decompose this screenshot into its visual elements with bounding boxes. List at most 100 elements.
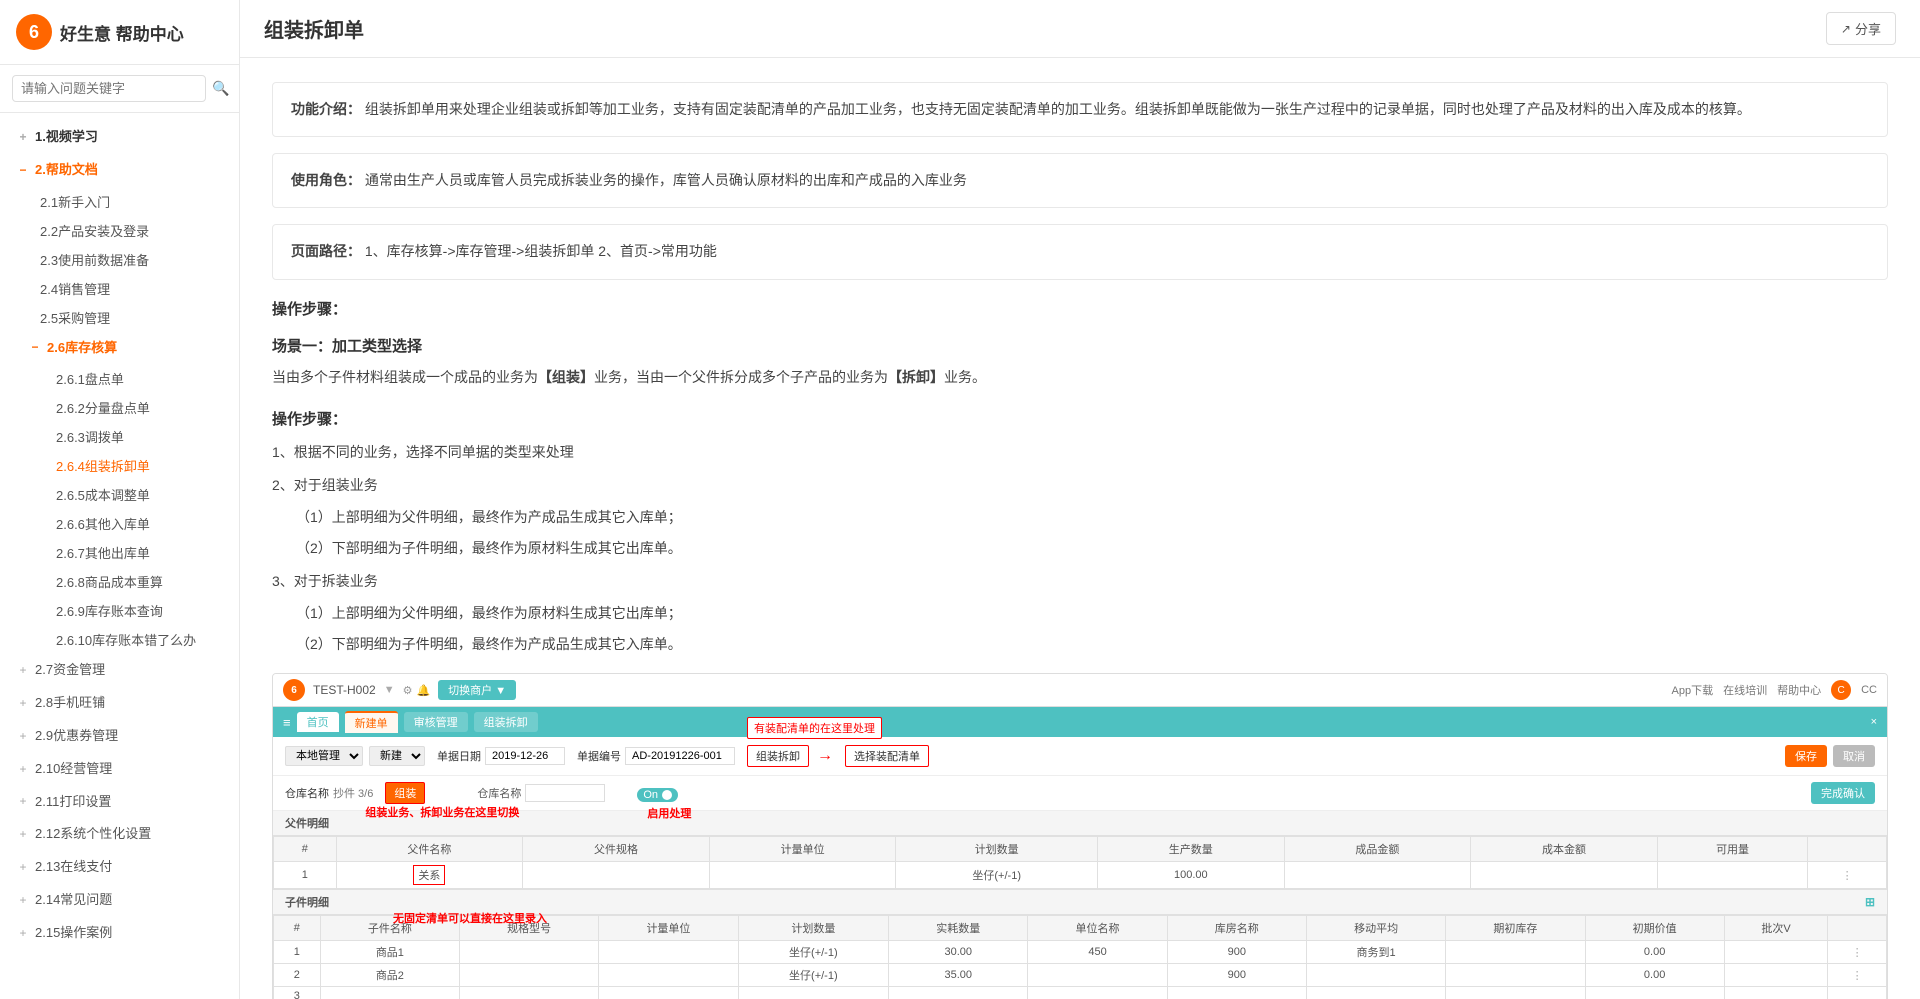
function-intro-text: 组装拆卸单用来处理企业组装或拆卸等加工业务，支持有固定装配清单的产品加工业务，也… <box>365 101 1751 117</box>
sidebar-item-mobile[interactable]: + 2.8手机旺铺 <box>0 687 239 720</box>
sidebar-item-2-6-8[interactable]: 2.6.8商品成本重算 <box>0 567 239 596</box>
logo-bar: 6 好生意 帮助中心 <box>0 0 239 65</box>
sub-col-batch: 批次V <box>1724 916 1827 941</box>
row-action-icon[interactable]: ⋮ <box>1852 947 1863 959</box>
sub-col-index: # <box>274 916 321 941</box>
search-input[interactable] <box>12 75 206 102</box>
step3: 3、对于拆装业务 <box>272 568 1888 595</box>
child-table: # 子件名称 规格型号 计量单位 计划数量 实耗数量 单位名称 库房名称 移动平… <box>273 915 1887 999</box>
warehouse-field: 仓库名称 抄件 3/6 <box>285 785 373 801</box>
share-button[interactable]: ↗ 分享 <box>1826 12 1896 45</box>
enable-toggle[interactable]: On <box>637 788 678 802</box>
sidebar-item-customize[interactable]: + 2.12系统个性化设置 <box>0 818 239 851</box>
logo-icon: 6 <box>16 14 52 50</box>
screenshot-mock: 6 TEST-H002 ▼ ⚙ 🔔 切换商户 ▼ App下载 在线培训 帮助中心 <box>273 674 1887 999</box>
path-block: 页面路径： 1、库存核算->库存管理->组装拆卸单 2、首页->常用功能 <box>272 224 1888 279</box>
sidebar-item-cases[interactable]: + 2.15操作案例 <box>0 917 239 950</box>
sidebar-item-install[interactable]: 2.2产品安装及登录 <box>0 216 239 245</box>
row-action-icon[interactable]: ⋮ <box>1852 970 1863 982</box>
sys-close-icon: × <box>1871 716 1877 728</box>
col-prod-qty: 生产数量 <box>1098 837 1285 862</box>
parent-table-container: # 父件名称 父件规格 计量单位 计划数量 生产数量 成品金额 成本金额 可用量 <box>273 836 1887 889</box>
col-parent-name: 父件名称 <box>336 837 523 862</box>
sidebar-item-payment[interactable]: + 2.13在线支付 <box>0 851 239 884</box>
date-input[interactable] <box>485 747 565 765</box>
function-intro-label: 功能介绍： <box>291 101 361 117</box>
sidebar-item-2-6-5[interactable]: 2.6.5成本调整单 <box>0 480 239 509</box>
sidebar-item-sales[interactable]: 2.4销售管理 <box>0 274 239 303</box>
col-product-amount: 成品金额 <box>1284 837 1471 862</box>
arrow1: → <box>817 747 833 765</box>
table-row: 1 商品1 坐仔(+/-1) 30.00 450 900 商务到1 0.0 <box>274 941 1887 964</box>
select-assembly-btn[interactable]: 选择装配清单 <box>845 745 929 767</box>
sub-type-select[interactable]: 新建 <box>369 746 425 766</box>
sidebar-item-2-6-2[interactable]: 2.6.2分量盘点单 <box>0 393 239 422</box>
sidebar-item-beginner[interactable]: 2.1新手入门 <box>0 187 239 216</box>
main-content: 组装拆卸单 ↗ 分享 功能介绍： 组装拆卸单用来处理企业组装或拆卸等加工业务，支… <box>240 0 1920 999</box>
billno-input[interactable] <box>625 747 735 765</box>
sys-right-nav: App下载 在线培训 帮助中心 C CC <box>1672 680 1877 700</box>
col-parent-spec: 父件规格 <box>523 837 710 862</box>
step3-1: （1）上部明细为父件明细，最终作为原材料生成其它出库单； <box>296 600 1888 627</box>
sidebar-item-help-doc[interactable]: − 2.帮助文档 <box>0 154 239 187</box>
path-label: 页面路径： <box>291 243 361 259</box>
scene1-title: 场景一：加工类型选择 <box>272 335 1888 356</box>
expand-icon: + <box>16 128 30 147</box>
assembly-list-btn[interactable]: 组装拆卸 <box>747 745 809 767</box>
warehouse-input[interactable] <box>525 784 605 802</box>
ops-title: 操作步骤： <box>272 298 1888 319</box>
sidebar-item-operation[interactable]: + 2.10经营管理 <box>0 753 239 786</box>
sidebar-item-2-6-6[interactable]: 2.6.6其他入库单 <box>0 509 239 538</box>
annotation3-area: 组装 组装业务、拆卸业务在这里切换 <box>385 782 425 804</box>
sidebar-item-purchase[interactable]: 2.5采购管理 <box>0 303 239 332</box>
confirm-btn[interactable]: 完成确认 <box>1811 782 1875 804</box>
type-toggle-btn[interactable]: 组装 <box>385 782 425 804</box>
form-action-btns: 保存 取消 <box>1785 745 1875 767</box>
sys-header: 6 TEST-H002 ▼ ⚙ 🔔 切换商户 ▼ App下载 在线培训 帮助中心 <box>273 674 1887 707</box>
sub-col-plan: 计划数量 <box>738 916 889 941</box>
sys-tab-active: 新建单 <box>345 711 398 733</box>
sys-logo: 6 <box>283 679 305 701</box>
sidebar-item-coupon[interactable]: + 2.9优惠券管理 <box>0 720 239 753</box>
step2: 2、对于组装业务 <box>272 472 1888 499</box>
parent-table: # 父件名称 父件规格 计量单位 计划数量 生产数量 成品金额 成本金额 可用量 <box>273 836 1887 889</box>
sidebar-item-2-6-7[interactable]: 2.6.7其他出库单 <box>0 538 239 567</box>
cancel-btn[interactable]: 取消 <box>1833 745 1875 767</box>
sidebar-item-faq[interactable]: + 2.14常见问题 <box>0 884 239 917</box>
new-record-btn: 切换商户 ▼ <box>438 680 516 700</box>
sub-col-unit-name: 单位名称 <box>1028 916 1167 941</box>
search-icon[interactable]: 🔍 <box>212 80 229 97</box>
sidebar-item-print[interactable]: + 2.11打印设置 <box>0 786 239 819</box>
type-select[interactable]: 本地管理 组装 <box>285 746 363 766</box>
content-area: 功能介绍： 组装拆卸单用来处理企业组装或拆卸等加工业务，支持有固定装配清单的产品… <box>240 58 1920 999</box>
sub-col-act <box>1828 916 1887 941</box>
col-index: # <box>274 837 337 862</box>
sidebar-item-2-6-9[interactable]: 2.6.9库存账本查询 <box>0 596 239 625</box>
table-row: 3 <box>274 987 1887 999</box>
nav-tree: + 1.视频学习 − 2.帮助文档 2.1新手入门 2.2产品安装及登录 2.3… <box>0 113 239 999</box>
sidebar-item-2-6-10[interactable]: 2.6.10库存账本错了么办 <box>0 625 239 654</box>
role-label: 使用角色： <box>291 172 361 188</box>
row-action-icon[interactable]: ⋮ <box>1842 870 1853 882</box>
col-plan-qty: 计划数量 <box>896 837 1098 862</box>
annotation1-area: 组装拆卸 有装配清单的在这里处理 → 选择装配清单 <box>747 745 929 767</box>
form-date-field: 单据日期 <box>437 747 565 765</box>
sidebar-item-2-6-3[interactable]: 2.6.3调拨单 <box>0 422 239 451</box>
child-table-container: # 子件名称 规格型号 计量单位 计划数量 实耗数量 单位名称 库房名称 移动平… <box>273 915 1887 999</box>
sidebar-item-video[interactable]: + 1.视频学习 <box>0 121 239 154</box>
table-row: 2 商品2 坐仔(+/-1) 35.00 900 0.00 <box>274 964 1887 987</box>
sidebar-item-data-prep[interactable]: 2.3使用前数据准备 <box>0 245 239 274</box>
sys-nav-bar: ≡ 首页 新建单 审核管理 组装拆卸 × <box>273 707 1887 737</box>
col-actions <box>1808 837 1887 862</box>
sub-col-init-val: 初期价值 <box>1585 916 1724 941</box>
search-bar: 🔍 <box>0 65 239 113</box>
save-btn[interactable]: 保存 <box>1785 745 1827 767</box>
expand-sub-icon[interactable]: ⊞ <box>1865 895 1875 909</box>
sidebar-item-finance[interactable]: + 2.7资金管理 <box>0 654 239 687</box>
toggle-area: On 启用处理 <box>637 785 678 802</box>
col-unit: 计量单位 <box>709 837 896 862</box>
form-row2-btns: 完成确认 <box>1811 782 1875 804</box>
sidebar-item-inventory[interactable]: − 2.6库存核算 <box>0 332 239 365</box>
sidebar-item-2-6-4[interactable]: 2.6.4组装拆卸单 <box>0 451 239 480</box>
sidebar-item-2-6-1[interactable]: 2.6.1盘点单 <box>0 364 239 393</box>
